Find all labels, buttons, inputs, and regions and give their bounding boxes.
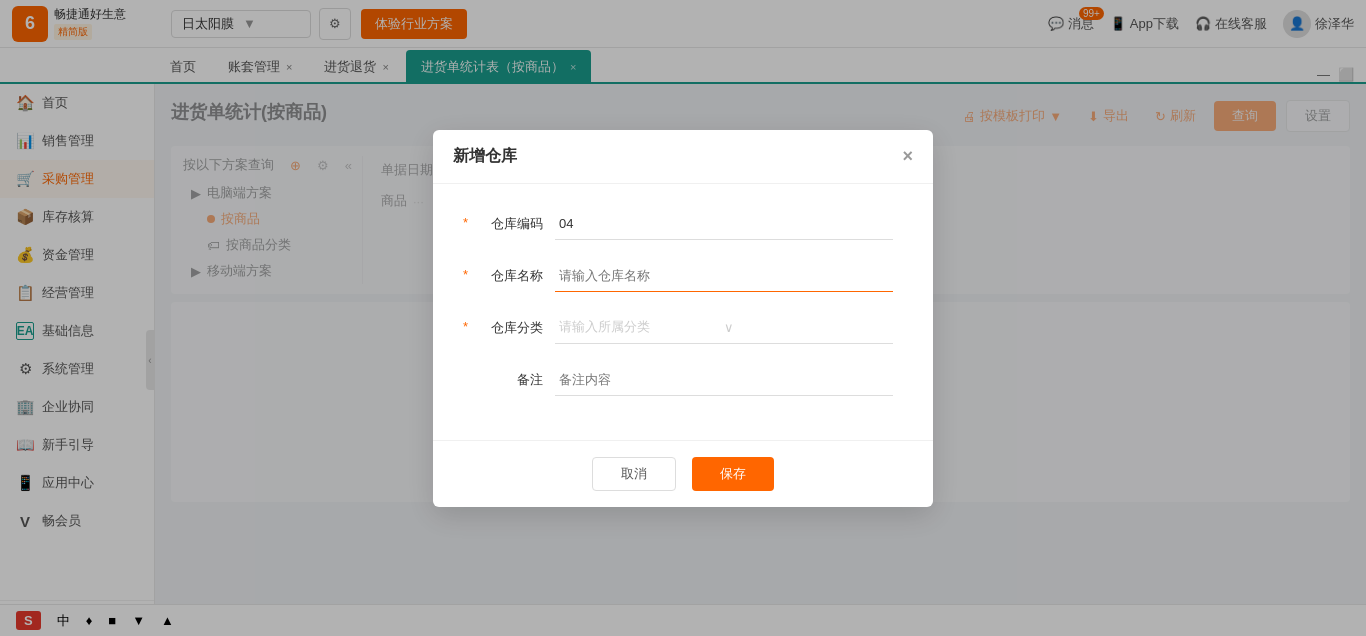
form-row-remark: 备注 (473, 364, 893, 396)
form-row-code: 仓库编码 (473, 208, 893, 240)
form-remark-label: 备注 (473, 371, 543, 389)
modal-close-button[interactable]: × (902, 147, 913, 165)
save-button[interactable]: 保存 (692, 457, 774, 491)
warehouse-category-select[interactable]: 请输入所属分类 ∨ (555, 312, 893, 344)
modal-overlay: 新增仓库 × 仓库编码 仓库名称 仓库分类 请输入所属分类 ∨ (0, 0, 1366, 636)
new-warehouse-modal: 新增仓库 × 仓库编码 仓库名称 仓库分类 请输入所属分类 ∨ (433, 130, 933, 507)
form-name-label: 仓库名称 (473, 267, 543, 285)
modal-body: 仓库编码 仓库名称 仓库分类 请输入所属分类 ∨ 备注 (433, 184, 933, 440)
form-code-label: 仓库编码 (473, 215, 543, 233)
warehouse-remark-input[interactable] (555, 364, 893, 396)
warehouse-code-input[interactable] (555, 208, 893, 240)
cancel-button[interactable]: 取消 (592, 457, 676, 491)
modal-footer: 取消 保存 (433, 440, 933, 507)
category-arrow-icon: ∨ (724, 320, 889, 335)
warehouse-category-placeholder: 请输入所属分类 (559, 318, 724, 336)
form-row-name: 仓库名称 (473, 260, 893, 292)
modal-title: 新增仓库 (453, 146, 517, 167)
form-row-category: 仓库分类 请输入所属分类 ∨ (473, 312, 893, 344)
modal-header: 新增仓库 × (433, 130, 933, 184)
form-category-label: 仓库分类 (473, 319, 543, 337)
warehouse-name-input[interactable] (555, 260, 893, 292)
